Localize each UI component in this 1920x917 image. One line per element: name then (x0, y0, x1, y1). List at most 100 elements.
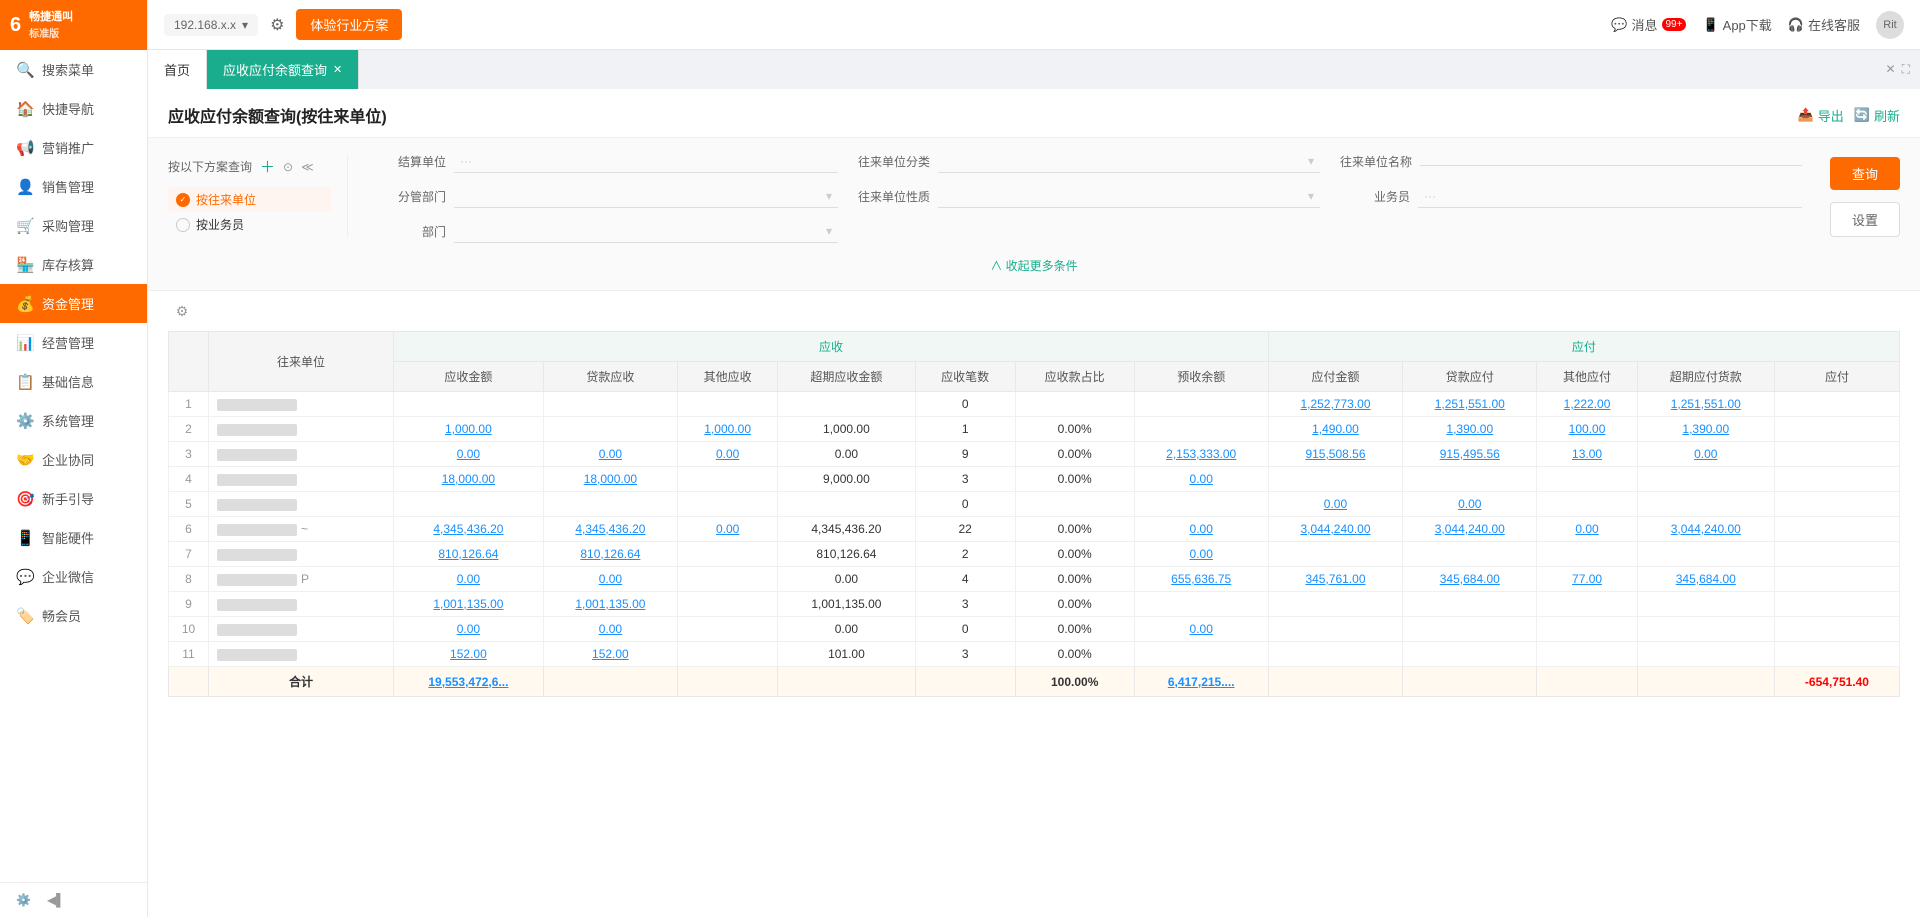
sidebar-item-system[interactable]: ⚙️ 系统管理 (0, 401, 147, 440)
table-cell[interactable]: 915,495.56 (1403, 442, 1537, 467)
trial-btn[interactable]: 体验行业方案 (296, 9, 402, 40)
table-cell[interactable]: 3,044,240.00 (1403, 517, 1537, 542)
table-cell[interactable]: 0.00 (1637, 442, 1774, 467)
sidebar-settings-icon[interactable]: ⚙️ (16, 893, 31, 907)
sidebar-item-marketing[interactable]: 📢 营销推广 (0, 128, 147, 167)
dept-manager-input[interactable]: ▾ (454, 185, 838, 208)
table-cell[interactable]: 4,345,436.20 (543, 517, 677, 542)
table-cell[interactable]: 345,684.00 (1403, 567, 1537, 592)
message-btn[interactable]: 💬 消息 99+ (1611, 15, 1686, 34)
table-cell[interactable]: 1,001,135.00 (543, 592, 677, 617)
sidebar-item-guide[interactable]: 🎯 新手引导 (0, 479, 147, 518)
settlement-unit-input[interactable]: ··· (454, 150, 838, 173)
sidebar-item-quick-nav[interactable]: 🏠 快捷导航 (0, 89, 147, 128)
table-cell[interactable]: 345,761.00 (1268, 567, 1402, 592)
table-cell[interactable]: 0.00 (543, 442, 677, 467)
table-cell[interactable]: 810,126.64 (394, 542, 544, 567)
settings-btn[interactable]: 设置 (1830, 202, 1900, 237)
table-cell[interactable]: 152.00 (394, 642, 544, 667)
sidebar-item-hardware[interactable]: 📱 智能硬件 (0, 518, 147, 557)
sidebar-item-basic-info[interactable]: 📋 基础信息 (0, 362, 147, 401)
tab-receivable[interactable]: 应收应付余额查询 ✕ (207, 50, 359, 89)
table-cell[interactable]: 1,000.00 (678, 417, 778, 442)
dept-input[interactable]: ▾ (454, 220, 838, 243)
topbar-gear-icon[interactable]: ⚙ (270, 15, 284, 35)
table-cell[interactable]: 0.00 (543, 567, 677, 592)
table-cell[interactable]: 810,126.64 (543, 542, 677, 567)
table-cell[interactable]: 100.00 (1537, 417, 1637, 442)
table-cell[interactable]: 345,684.00 (1637, 567, 1774, 592)
more-scheme-icon[interactable]: ≪ (301, 160, 314, 174)
table-cell[interactable]: 1,251,551.00 (1403, 392, 1537, 417)
table-cell[interactable]: 0.00 (1134, 467, 1268, 492)
collapse-bar[interactable]: ∧ 收起更多条件 (168, 253, 1900, 278)
table-cell: 1,000.00 (778, 417, 915, 442)
edit-scheme-icon[interactable]: ⊙ (283, 160, 293, 174)
table-settings-gear[interactable]: ⚙ (168, 297, 196, 325)
filter-by-salesperson[interactable]: 按业务员 (168, 212, 331, 237)
sidebar-item-enterprise[interactable]: 🤝 企业协同 (0, 440, 147, 479)
online-service-btn[interactable]: 🎧 在线客服 (1788, 15, 1860, 34)
footer-ar-prepaid[interactable]: 6,417,215.... (1134, 667, 1268, 697)
sidebar-collapse-icon[interactable]: ◀▌ (47, 893, 65, 907)
query-btn[interactable]: 查询 (1830, 157, 1900, 190)
sidebar-item-purchase[interactable]: 🛒 采购管理 (0, 206, 147, 245)
table-cell[interactable]: 18,000.00 (543, 467, 677, 492)
table-cell[interactable]: 0.00 (1134, 617, 1268, 642)
sidebar-item-member[interactable]: 🏷️ 畅会员 (0, 596, 147, 635)
table-cell[interactable]: 1,252,773.00 (1268, 392, 1402, 417)
table-cell[interactable]: 1,001,135.00 (394, 592, 544, 617)
partner-name-input[interactable] (1420, 157, 1802, 166)
sidebar-item-operations[interactable]: 📊 经营管理 (0, 323, 147, 362)
table-cell[interactable]: 0.00 (1537, 517, 1637, 542)
table-cell[interactable]: 1,000.00 (394, 417, 544, 442)
table-cell[interactable]: 0.00 (543, 617, 677, 642)
table-cell[interactable]: 2,153,333.00 (1134, 442, 1268, 467)
tab-close-icon[interactable]: ✕ (333, 63, 342, 76)
table-cell[interactable]: 77.00 (1537, 567, 1637, 592)
table-cell[interactable]: 0.00 (394, 442, 544, 467)
table-cell[interactable]: 1,251,551.00 (1637, 392, 1774, 417)
table-cell[interactable]: 4,345,436.20 (394, 517, 544, 542)
window-close-icon[interactable]: ✕ (1886, 62, 1896, 77)
partner-nature-input[interactable]: ▾ (938, 185, 1320, 208)
sidebar-item-inventory[interactable]: 🏪 库存核算 (0, 245, 147, 284)
sidebar-item-sales[interactable]: 👤 销售管理 (0, 167, 147, 206)
table-cell[interactable]: 1,490.00 (1268, 417, 1402, 442)
table-cell[interactable]: 3,044,240.00 (1637, 517, 1774, 542)
salesperson-input[interactable]: ··· (1418, 185, 1802, 208)
tab-home[interactable]: 首页 (148, 50, 207, 89)
table-cell[interactable]: 1,390.00 (1403, 417, 1537, 442)
table-cell[interactable]: 0.00 (394, 617, 544, 642)
table-cell[interactable]: 0.00 (678, 442, 778, 467)
user-profile[interactable]: Rit (1876, 11, 1904, 39)
sidebar-item-finance[interactable]: 💰 资金管理 (0, 284, 147, 323)
table-cell: 2 (915, 542, 1015, 567)
table-cell[interactable]: 0.00 (1134, 517, 1268, 542)
sidebar-item-search-menu[interactable]: 🔍 搜索菜单 (0, 50, 147, 89)
table-cell[interactable]: 13.00 (1537, 442, 1637, 467)
table-cell[interactable]: 655,636.75 (1134, 567, 1268, 592)
table-cell[interactable]: 3,044,240.00 (1268, 517, 1402, 542)
window-expand-icon[interactable]: ⛶ (1902, 62, 1910, 77)
table-cell[interactable]: 915,508.56 (1268, 442, 1402, 467)
export-btn[interactable]: 📤 导出 (1798, 106, 1844, 125)
footer-ar-amount[interactable]: 19,553,472,6... (394, 667, 544, 697)
page-title: 应收应付余额查询(按往来单位) (168, 103, 387, 127)
add-scheme-icon[interactable]: ＋ (260, 156, 275, 177)
app-download-btn[interactable]: 📱 App下载 (1702, 15, 1771, 34)
table-cell[interactable]: 152.00 (543, 642, 677, 667)
table-cell[interactable]: 18,000.00 (394, 467, 544, 492)
partner-cell: ~ (209, 517, 394, 542)
table-cell[interactable]: 0.00 (678, 517, 778, 542)
table-cell[interactable]: 0.00 (1134, 542, 1268, 567)
table-cell[interactable]: 1,390.00 (1637, 417, 1774, 442)
table-cell[interactable]: 0.00 (1403, 492, 1537, 517)
refresh-btn[interactable]: 🔄 刷新 (1854, 106, 1900, 125)
table-cell[interactable]: 0.00 (394, 567, 544, 592)
partner-category-input[interactable]: ▾ (938, 150, 1320, 173)
sidebar-item-wechat[interactable]: 💬 企业微信 (0, 557, 147, 596)
filter-by-partner[interactable]: ✓ 按往来单位 (168, 187, 331, 212)
table-cell[interactable]: 1,222.00 (1537, 392, 1637, 417)
table-cell[interactable]: 0.00 (1268, 492, 1402, 517)
